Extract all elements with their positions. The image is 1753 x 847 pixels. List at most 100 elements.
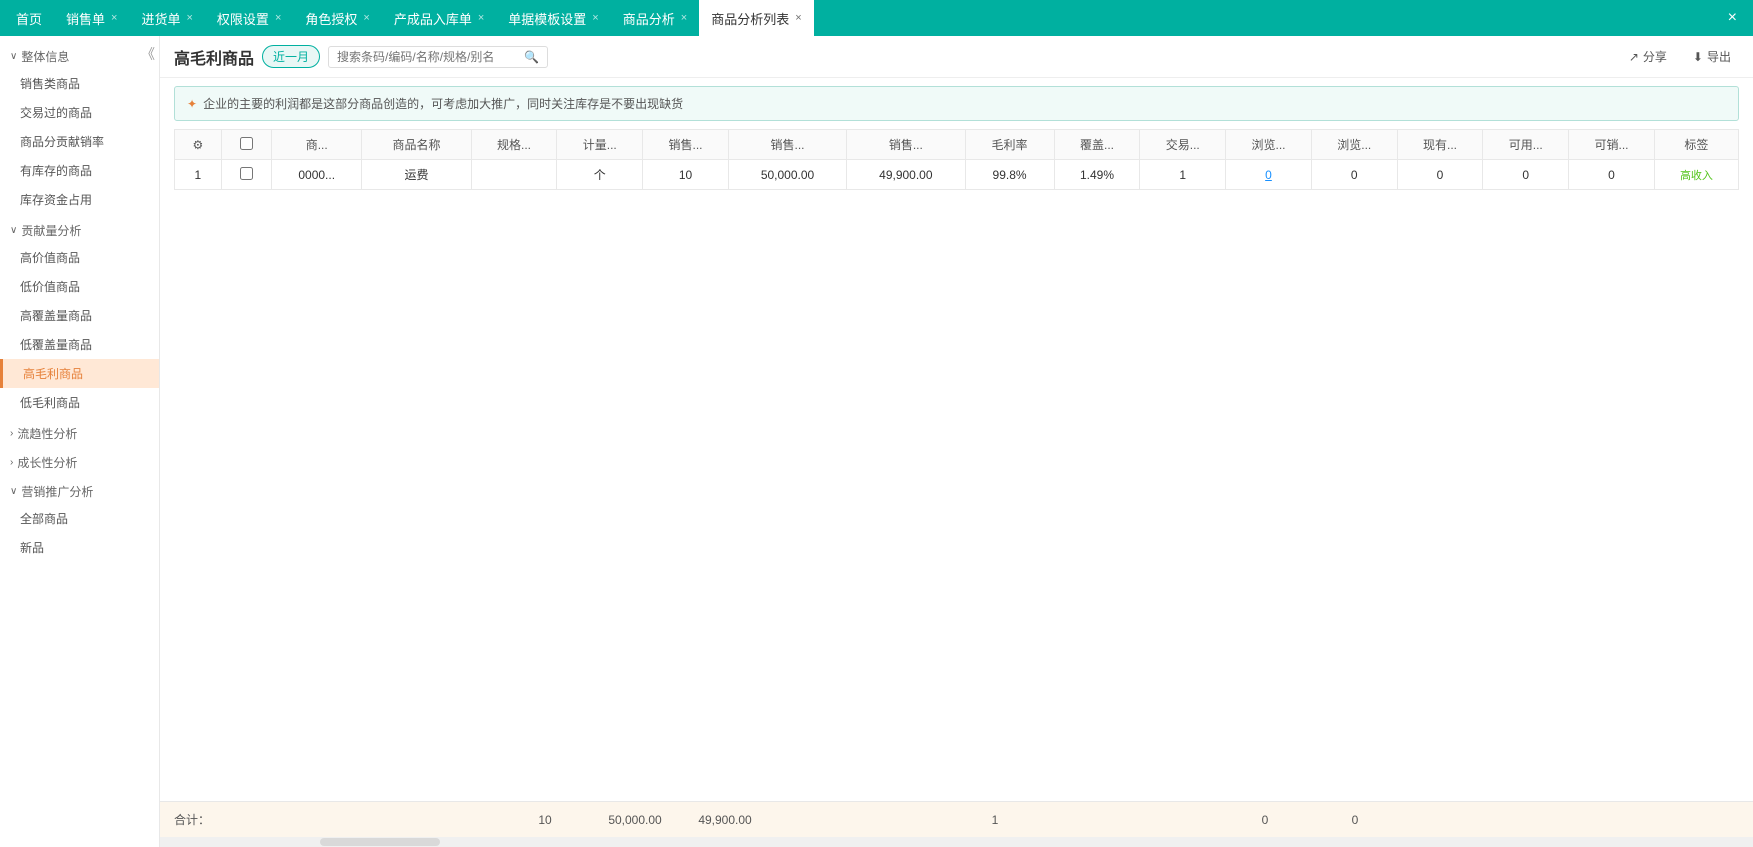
sidebar-item-商品分贡献销率[interactable]: 商品分贡献销率	[0, 127, 159, 156]
search-input[interactable]	[337, 50, 524, 64]
sidebar-group-header-营销推广分析[interactable]: ∨营销推广分析	[0, 475, 159, 504]
col-header-sales_cost[interactable]: 销售...	[847, 130, 965, 160]
cell-checkbox	[221, 160, 271, 190]
info-banner: ✦ 企业的主要的利润都是这部分商品创造的，可考虑加大推广，同时关注库存是不要出现…	[174, 86, 1739, 121]
sidebar-item-新品[interactable]: 新品	[0, 533, 159, 562]
main-layout: 《 ∨ 整体信息销售类商品交易过的商品商品分贡献销率有库存的商品库存资金占用∨贡献…	[0, 36, 1753, 847]
search-icon[interactable]: 🔍	[524, 50, 539, 64]
cell-sales_amount: 50,000.00	[728, 160, 846, 190]
sidebar-item-高毛利商品[interactable]: 高毛利商品	[0, 359, 159, 388]
info-icon: ✦	[187, 97, 197, 111]
footer-cell-empty3	[1050, 813, 1120, 827]
tab-close-icon[interactable]: ×	[363, 12, 369, 24]
sidebar-item-低覆盖量商品[interactable]: 低覆盖量商品	[0, 330, 159, 359]
col-header-name[interactable]: 商品名称	[362, 130, 471, 160]
footer-cell-empty2	[870, 813, 940, 827]
scrollbar-thumb[interactable]	[320, 838, 440, 846]
sidebar-item-库存资金占用[interactable]: 库存资金占用	[0, 185, 159, 214]
chevron-right-icon: ›	[10, 428, 13, 439]
cell-coverage: 1.49%	[1054, 160, 1140, 190]
filter-recent-month-button[interactable]: 近一月	[262, 45, 320, 68]
cell-browse1[interactable]: 0	[1226, 160, 1312, 190]
nav-tab-权限设置[interactable]: 权限设置×	[205, 0, 293, 36]
col-header-spec[interactable]: 规格...	[471, 130, 557, 160]
nav-tab-首页[interactable]: 首页	[4, 0, 54, 36]
col-header-coverage[interactable]: 覆盖...	[1054, 130, 1140, 160]
nav-tab-销售单[interactable]: 销售单×	[54, 0, 129, 36]
col-header-current_stock[interactable]: 现有...	[1397, 130, 1483, 160]
cell-current_stock: 0	[1397, 160, 1483, 190]
footer-cell-sales_amount: 50,000.00	[600, 813, 670, 827]
sidebar-group-header-成长性分析[interactable]: ›成长性分析	[0, 446, 159, 475]
chevron-down-icon: ∨	[10, 51, 17, 62]
export-button[interactable]: ⬇ 导出	[1685, 44, 1739, 69]
col-header-sales_amount[interactable]: 销售...	[728, 130, 846, 160]
sidebar: 《 ∨ 整体信息销售类商品交易过的商品商品分贡献销率有库存的商品库存资金占用∨贡献…	[0, 36, 160, 847]
nav-tab-产成品入库单[interactable]: 产成品入库单×	[382, 0, 496, 36]
sidebar-group-header-贡献量分析[interactable]: ∨贡献量分析	[0, 214, 159, 243]
col-header-checkbox[interactable]	[221, 130, 271, 160]
top-navigation: 首页销售单×进货单×权限设置×角色授权×产成品入库单×单据模板设置×商品分析×商…	[0, 0, 1753, 36]
share-icon: ↗	[1629, 50, 1639, 64]
sidebar-group-label: 流趋性分析	[17, 425, 77, 442]
nav-tab-单据模板设置[interactable]: 单据模板设置×	[496, 0, 610, 36]
page-title: 高毛利商品	[174, 45, 254, 69]
col-header-browse2[interactable]: 浏览...	[1311, 130, 1397, 160]
tab-close-icon[interactable]: ×	[111, 12, 117, 24]
tab-close-icon[interactable]: ×	[186, 12, 192, 24]
col-header-tag[interactable]: 标签	[1654, 130, 1738, 160]
tab-close-icon[interactable]: ×	[478, 12, 484, 24]
sidebar-item-销售类商品[interactable]: 销售类商品	[0, 69, 159, 98]
cell-name: 运费	[362, 160, 471, 190]
search-box: 🔍	[328, 46, 548, 68]
col-header-saleable_stock[interactable]: 可销...	[1569, 130, 1655, 160]
sidebar-item-高价值商品[interactable]: 高价值商品	[0, 243, 159, 272]
col-header-available_stock[interactable]: 可用...	[1483, 130, 1569, 160]
footer-cell-sales_cost: 49,900.00	[690, 813, 760, 827]
nav-tab-商品分析列表[interactable]: 商品分析列表×	[699, 0, 813, 36]
sidebar-item-有库存的商品[interactable]: 有库存的商品	[0, 156, 159, 185]
footer-cell-current_stock: 0	[1230, 813, 1300, 827]
cell-saleable_stock: 0	[1569, 160, 1655, 190]
sidebar-item-全部商品[interactable]: 全部商品	[0, 504, 159, 533]
col-header-code[interactable]: 商...	[272, 130, 362, 160]
tab-close-icon[interactable]: ×	[795, 12, 801, 24]
sidebar-collapse-button[interactable]: 《	[141, 44, 155, 64]
row-checkbox[interactable]	[240, 167, 253, 180]
sidebar-group-label: 整体信息	[21, 48, 69, 65]
sidebar-item-低毛利商品[interactable]: 低毛利商品	[0, 388, 159, 417]
nav-tab-角色授权[interactable]: 角色授权×	[293, 0, 381, 36]
col-header-unit[interactable]: 计量...	[557, 130, 643, 160]
tab-close-icon[interactable]: ×	[592, 12, 598, 24]
nav-tab-进货单[interactable]: 进货单×	[129, 0, 204, 36]
col-header-transaction[interactable]: 交易...	[1140, 130, 1226, 160]
col-header-gross_margin[interactable]: 毛利率	[965, 130, 1054, 160]
sidebar-group-header-流趋性分析[interactable]: › 流趋性分析	[0, 417, 159, 446]
cell-spec	[471, 160, 557, 190]
cell-sales_qty: 10	[643, 160, 729, 190]
footer-cell-transaction: 1	[960, 813, 1030, 827]
sidebar-item-高覆盖量商品[interactable]: 高覆盖量商品	[0, 301, 159, 330]
tab-close-icon[interactable]: ×	[275, 12, 281, 24]
cell-gross_margin: 99.8%	[965, 160, 1054, 190]
horizontal-scrollbar[interactable]	[160, 837, 1753, 847]
sidebar-group-贡献量分析: ∨贡献量分析高价值商品低价值商品高覆盖量商品低覆盖量商品高毛利商品低毛利商品	[0, 214, 159, 417]
sidebar-item-交易过的商品[interactable]: 交易过的商品	[0, 98, 159, 127]
sidebar-group-label: 贡献量分析	[21, 222, 81, 239]
close-app-button[interactable]: ×	[1716, 9, 1749, 27]
content-area: 高毛利商品 近一月 🔍 ↗ 分享 ⬇ 导出 ✦ 企业的主要的利润都是这部分商品创…	[160, 36, 1753, 847]
sidebar-item-低价值商品[interactable]: 低价值商品	[0, 272, 159, 301]
sidebar-group-整体信息: ∨ 整体信息销售类商品交易过的商品商品分贡献销率有库存的商品库存资金占用	[0, 40, 159, 214]
col-header-settings[interactable]: ⚙	[175, 130, 222, 160]
select-all-checkbox[interactable]	[240, 137, 253, 150]
footer-cell-empty4	[1140, 813, 1210, 827]
sidebar-group-label: 成长性分析	[17, 454, 77, 471]
col-header-sales_qty[interactable]: 销售...	[643, 130, 729, 160]
share-button[interactable]: ↗ 分享	[1621, 44, 1675, 69]
sidebar-group-header-整体信息[interactable]: ∨ 整体信息	[0, 40, 159, 69]
tab-close-icon[interactable]: ×	[681, 12, 687, 24]
col-header-browse1[interactable]: 浏览...	[1226, 130, 1312, 160]
sidebar-group-流趋性分析: › 流趋性分析	[0, 417, 159, 446]
table-container[interactable]: ⚙商...商品名称规格...计量...销售...销售...销售...毛利率覆盖.…	[160, 129, 1753, 801]
nav-tab-商品分析[interactable]: 商品分析×	[611, 0, 699, 36]
